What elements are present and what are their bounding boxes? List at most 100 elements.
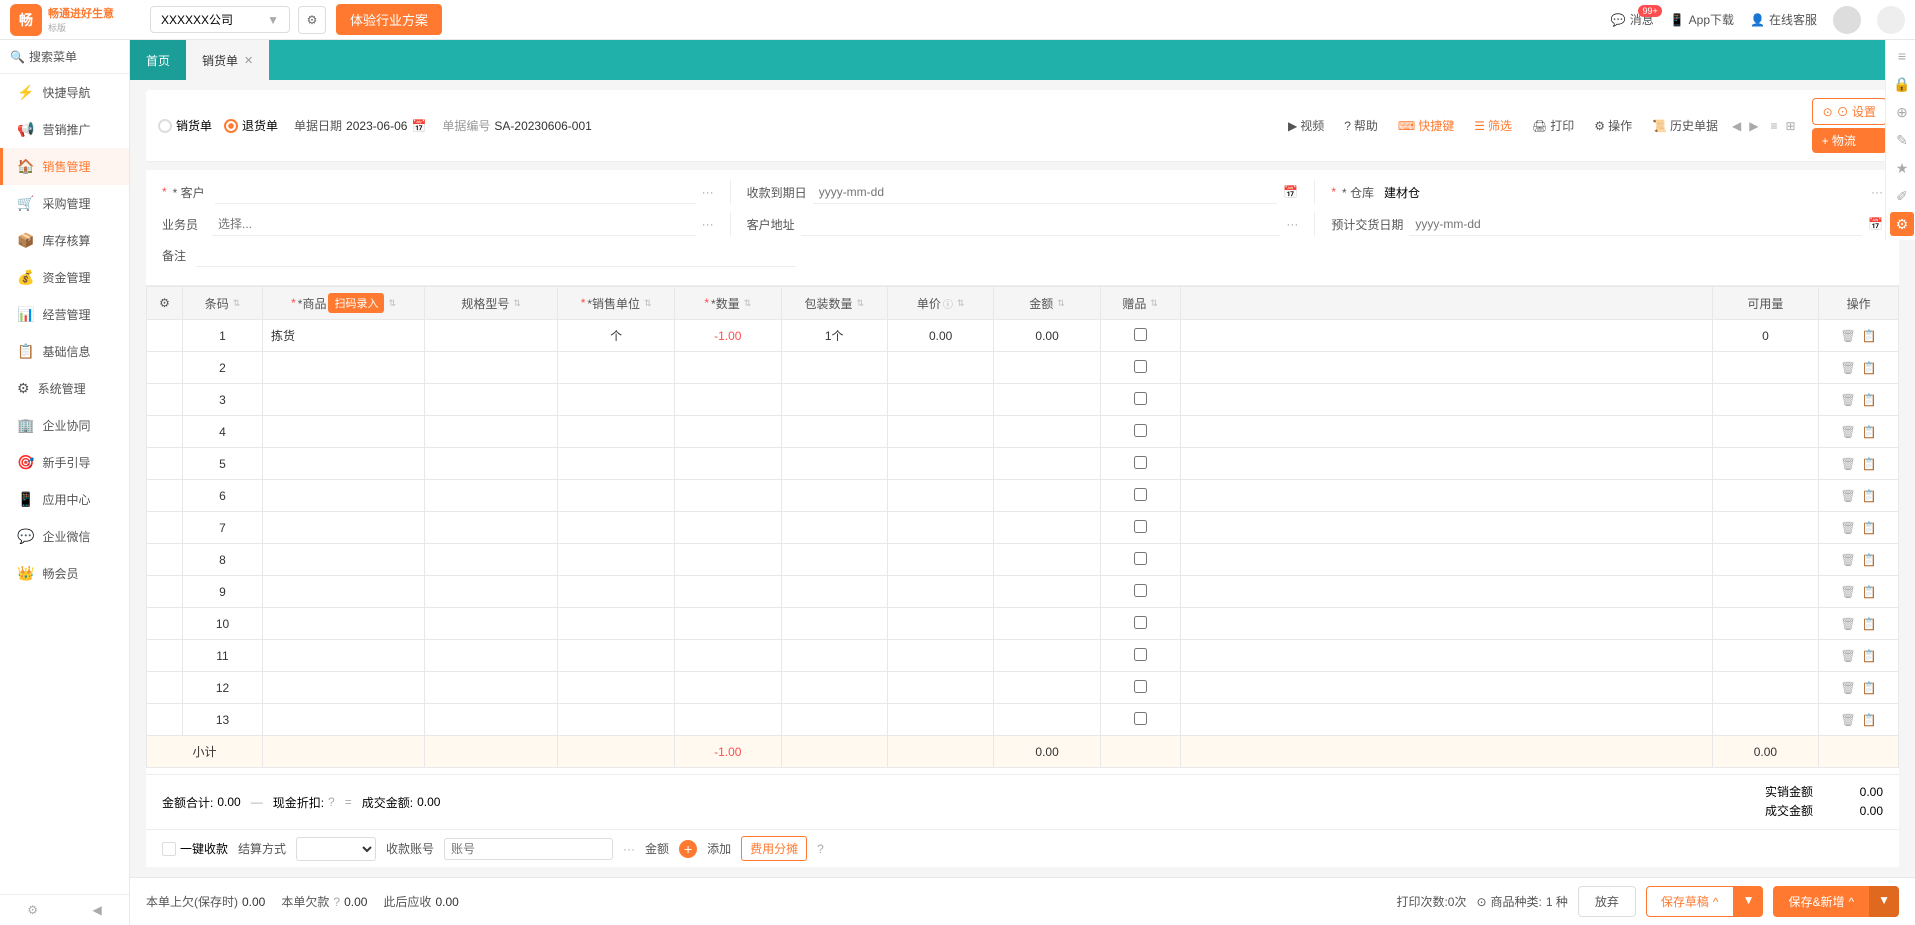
- sidebar-item-weichat[interactable]: 💬 企业微信: [0, 518, 129, 555]
- row-unit-cell[interactable]: [558, 704, 675, 736]
- delete-icon[interactable]: 🗑: [1840, 713, 1855, 727]
- row-amount-cell[interactable]: [994, 352, 1100, 384]
- row-product-cell[interactable]: [263, 576, 425, 608]
- right-panel-icon-2[interactable]: 🔒: [1890, 72, 1914, 96]
- copy-icon[interactable]: 📋: [1862, 329, 1877, 343]
- address-dots-icon[interactable]: ···: [1286, 217, 1298, 231]
- sidebar-item-guide[interactable]: 🎯 新手引导: [0, 444, 129, 481]
- sort-icon-unit[interactable]: ⇅: [644, 298, 652, 309]
- row-spec-cell[interactable]: [425, 512, 558, 544]
- sort-icon-spec[interactable]: ⇅: [513, 298, 521, 309]
- row-gift-cell[interactable]: [1100, 352, 1180, 384]
- row-price-cell[interactable]: [887, 544, 993, 576]
- row-unit-cell[interactable]: [558, 576, 675, 608]
- print-action-btn[interactable]: 🖨 打印: [1526, 115, 1580, 136]
- row-qty-cell[interactable]: [675, 544, 781, 576]
- video-action-btn[interactable]: ▶ 视频: [1282, 115, 1330, 136]
- expense-split-button[interactable]: 费用分摊: [741, 836, 807, 861]
- settlement-select[interactable]: [296, 837, 376, 861]
- row-product-cell[interactable]: [263, 384, 425, 416]
- sidebar-item-finance[interactable]: 💰 资金管理: [0, 259, 129, 296]
- right-panel-icon-1[interactable]: ≡: [1890, 44, 1914, 68]
- salesperson-input[interactable]: [212, 213, 696, 236]
- row-gift-cell[interactable]: [1100, 672, 1180, 704]
- row-product-cell[interactable]: [263, 608, 425, 640]
- tab-sales-order[interactable]: 销货单 ✕: [186, 40, 269, 80]
- row-price-cell[interactable]: [887, 608, 993, 640]
- row-amount-cell[interactable]: [994, 576, 1100, 608]
- row-pkg-qty-cell[interactable]: [781, 672, 887, 704]
- row-gift-cell[interactable]: [1100, 640, 1180, 672]
- row-unit-cell[interactable]: [558, 384, 675, 416]
- shortcut-action-btn[interactable]: ⌨ 快捷键: [1392, 115, 1460, 136]
- row-amount-cell[interactable]: [994, 480, 1100, 512]
- row-gift-cell[interactable]: [1100, 704, 1180, 736]
- sort-icon-barcode[interactable]: ⇅: [233, 298, 241, 309]
- sort-icon-qty[interactable]: ⇅: [744, 298, 752, 309]
- row-pkg-qty-cell[interactable]: [781, 704, 887, 736]
- row-pkg-qty-cell[interactable]: [781, 640, 887, 672]
- sidebar-collapse-icon[interactable]: ◀: [93, 903, 102, 917]
- nav-prev-icon[interactable]: ◀: [1732, 119, 1741, 133]
- salesperson-dots-icon[interactable]: ···: [702, 217, 714, 231]
- sort-icon-gift[interactable]: ⇅: [1150, 298, 1158, 309]
- message-button[interactable]: 💬 消息 99+: [1611, 11, 1654, 28]
- row-amount-cell[interactable]: [994, 544, 1100, 576]
- radio-return-order[interactable]: 退货单: [224, 117, 278, 134]
- delete-icon[interactable]: 🗑: [1840, 393, 1855, 407]
- row-spec-cell[interactable]: [425, 544, 558, 576]
- payment-date-input[interactable]: [813, 181, 1278, 204]
- logistics-button[interactable]: + 物流: [1812, 128, 1887, 153]
- row-gift-cell[interactable]: [1100, 480, 1180, 512]
- row-unit-cell[interactable]: [558, 608, 675, 640]
- notes-input[interactable]: [196, 244, 796, 267]
- save-new-button[interactable]: 保存&新增 ^: [1773, 886, 1869, 917]
- calendar-icon[interactable]: 📅: [411, 119, 426, 133]
- scan-button[interactable]: 扫码录入: [328, 293, 384, 313]
- delete-icon[interactable]: 🗑: [1840, 329, 1855, 343]
- delete-icon[interactable]: 🗑: [1840, 521, 1855, 535]
- row-gift-cell[interactable]: [1100, 608, 1180, 640]
- sidebar-item-member[interactable]: 👑 畅会员: [0, 555, 129, 592]
- copy-icon[interactable]: 📋: [1862, 713, 1877, 727]
- row-qty-cell[interactable]: [675, 608, 781, 640]
- delete-icon[interactable]: 🗑: [1840, 425, 1855, 439]
- row-spec-cell[interactable]: [425, 384, 558, 416]
- row-pkg-qty-cell[interactable]: [781, 576, 887, 608]
- row-unit-cell[interactable]: [558, 512, 675, 544]
- row-pkg-qty-cell[interactable]: [781, 352, 887, 384]
- row-pkg-qty-cell[interactable]: [781, 416, 887, 448]
- sort-icon-price[interactable]: ⇅: [957, 298, 965, 309]
- row-spec-cell[interactable]: [425, 352, 558, 384]
- row-price-cell[interactable]: [887, 480, 993, 512]
- view-grid-icon[interactable]: ⊞: [1786, 119, 1796, 133]
- row-gift-cell[interactable]: [1100, 448, 1180, 480]
- row-product-cell[interactable]: [263, 704, 425, 736]
- row-product-cell[interactable]: [263, 640, 425, 672]
- row-qty-cell[interactable]: [675, 640, 781, 672]
- row-spec-cell[interactable]: [425, 608, 558, 640]
- expense-help-icon[interactable]: ?: [817, 842, 824, 856]
- delete-icon[interactable]: 🗑: [1840, 361, 1855, 375]
- sidebar-item-sales[interactable]: 🏠 销售管理: [0, 148, 129, 185]
- row-unit-cell[interactable]: 个: [558, 320, 675, 352]
- row-spec-cell[interactable]: [425, 640, 558, 672]
- account-dots-icon[interactable]: ···: [623, 842, 635, 856]
- row-gift-cell[interactable]: [1100, 384, 1180, 416]
- delete-icon[interactable]: 🗑: [1840, 585, 1855, 599]
- copy-icon[interactable]: 📋: [1862, 585, 1877, 599]
- row-spec-cell[interactable]: [425, 704, 558, 736]
- row-qty-cell[interactable]: [675, 352, 781, 384]
- row-amount-cell[interactable]: 0.00: [994, 320, 1100, 352]
- copy-icon[interactable]: 📋: [1862, 681, 1877, 695]
- sidebar-settings-icon[interactable]: ⚙: [27, 903, 38, 917]
- customer-dots-icon[interactable]: ···: [702, 185, 714, 199]
- row-amount-cell[interactable]: [994, 384, 1100, 416]
- delete-icon[interactable]: 🗑: [1840, 617, 1855, 631]
- delete-icon[interactable]: 🗑: [1840, 649, 1855, 663]
- sidebar-item-enterprise[interactable]: 🏢 企业协同: [0, 407, 129, 444]
- row-qty-cell[interactable]: [675, 576, 781, 608]
- right-panel-icon-3[interactable]: ⊕: [1890, 100, 1914, 124]
- row-unit-cell[interactable]: [558, 544, 675, 576]
- row-pkg-qty-cell[interactable]: [781, 384, 887, 416]
